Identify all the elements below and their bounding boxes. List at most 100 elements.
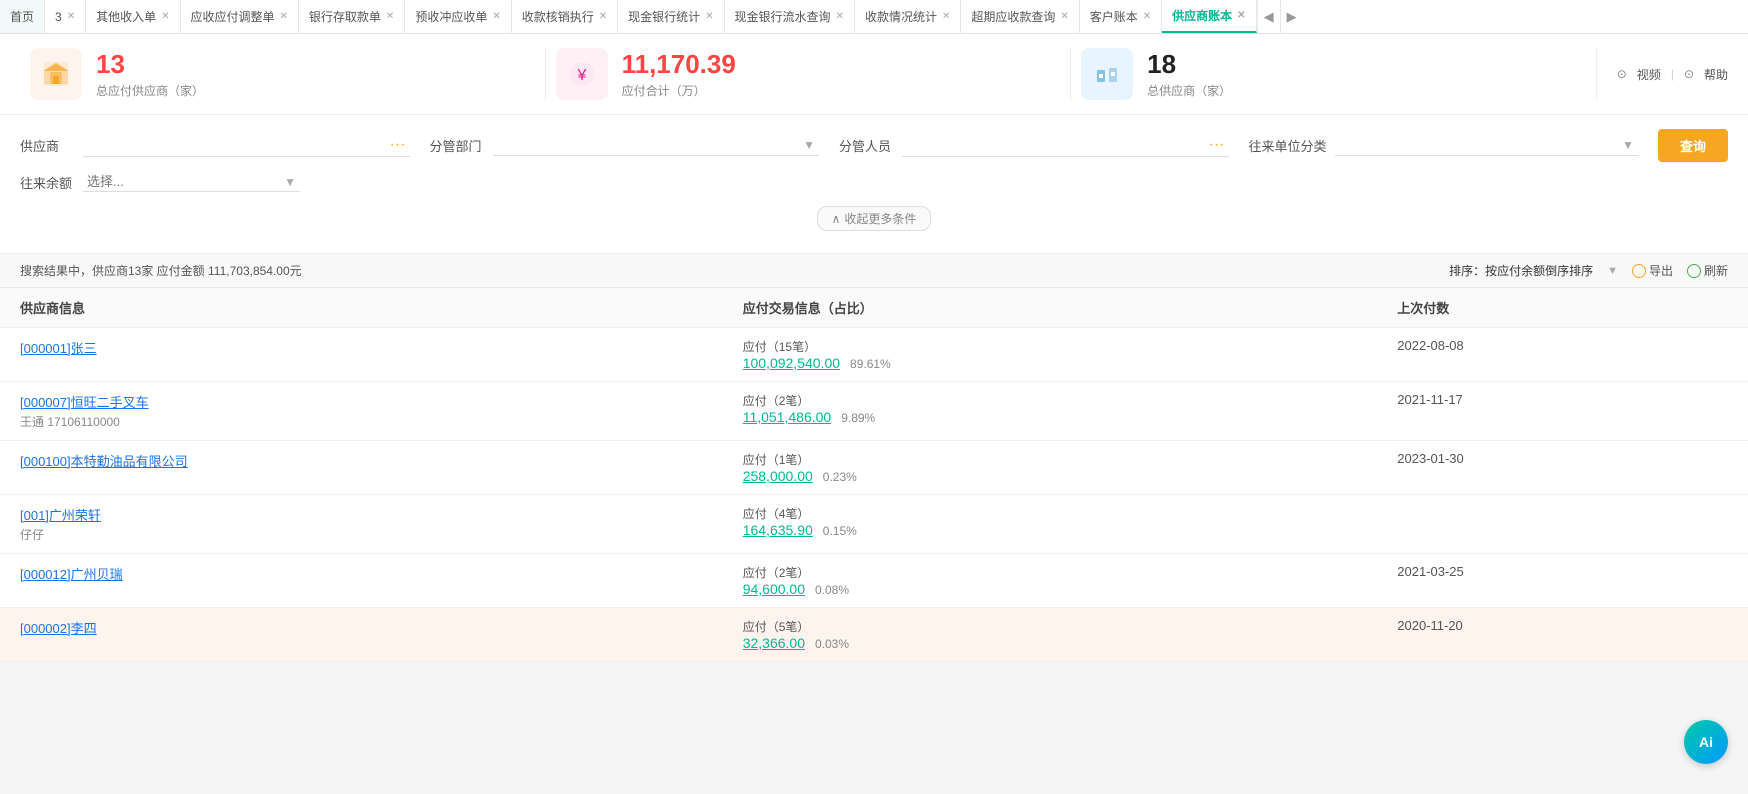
close-overdue-ar-icon[interactable]: ✕ [1060,11,1068,22]
tx-label: 应付 [743,340,767,354]
dept-filter-container: ▼ [493,136,820,156]
amount-link[interactable]: 32,366.00 [743,635,805,651]
ap-amount-label: 应付合计（万） [622,82,736,99]
nav-tab-3[interactable]: 3 ✕ [45,0,86,33]
last-payment-cell: 2020-11-20 [1377,608,1748,662]
sort-label[interactable]: 排序：按应付余额倒序排序 [1449,262,1593,279]
ap-tx-cell: 应付（4笔）164,635.900.15% [723,495,1378,554]
tx-count: （2笔） [767,394,810,408]
collapse-button[interactable]: ∧ 收起更多条件 [817,206,932,231]
supplier-filter-container: ··· [83,134,410,157]
tx-label: 应付 [743,394,767,408]
total-suppliers-text: 18 总供应商（家） [1147,49,1231,99]
total-suppliers-number: 18 [1147,49,1231,80]
supplier-dots-icon[interactable]: ··· [390,136,406,154]
balance-input[interactable] [87,174,284,189]
table-row: [000007]恒旺二手叉车王通 17106110000应付（2笔）11,051… [0,382,1748,441]
tx-count: （15笔） [767,340,816,354]
percentage: 0.15% [823,524,857,538]
supplier-link[interactable]: [000100]本特勤油品有限公司 [20,454,188,469]
amount-link[interactable]: 94,600.00 [743,581,805,597]
dept-input[interactable] [497,138,804,153]
close-ar-ap-icon[interactable]: ✕ [280,11,288,22]
last-payment-cell [1377,495,1748,554]
nav-tab-ar-ap-adjust[interactable]: 应收应付调整单 ✕ [181,0,299,33]
video-link[interactable]: 视频 [1637,66,1661,83]
amount-link[interactable]: 164,635.90 [743,522,813,538]
right-actions: 排序：按应付余额倒序排序 ▼ 导出 刷新 [1449,262,1728,279]
nav-tab-cash-flow[interactable]: 现金银行流水查询 ✕ [725,0,855,33]
unit-type-container: ▼ [1335,136,1638,156]
close-other-income-icon[interactable]: ✕ [161,11,169,22]
close-cash-stat-icon[interactable]: ✕ [705,11,713,22]
nav-tab-prepay-collect[interactable]: 预收冲应收单 ✕ [405,0,511,33]
balance-dropdown-icon[interactable]: ▼ [284,175,296,189]
summary-bar: 13 总应付供应商（家） ¥ 11,170.39 应付合计（万） [0,34,1748,115]
tx-count: （2笔） [767,566,810,580]
nav-tab-bank-deposit[interactable]: 银行存取款单 ✕ [299,0,405,33]
last-payment-cell: 2021-11-17 [1377,382,1748,441]
close-customer-ledger-icon[interactable]: ✕ [1143,11,1151,22]
close-cash-flow-icon[interactable]: ✕ [836,11,844,22]
refresh-label: 刷新 [1704,262,1728,279]
supplier-link[interactable]: [001]广州荣轩 [20,508,101,523]
nav-tab-overdue-ar[interactable]: 超期应收款查询 ✕ [961,0,1079,33]
query-button[interactable]: 查询 [1658,129,1728,162]
export-button[interactable]: 导出 [1632,262,1673,279]
dept-dropdown-icon[interactable]: ▼ [803,138,815,152]
person-dots-icon[interactable]: ··· [1209,136,1225,154]
results-bar: 搜索结果中，供应商13家 应付金额 111,703,854.00元 排序：按应付… [0,254,1748,288]
amount-link[interactable]: 11,051,486.00 [743,409,832,425]
nav-prev-arrow[interactable]: ◀ [1257,0,1280,33]
ai-button[interactable]: Ai [1684,720,1728,764]
nav-tab-cash-stat[interactable]: 现金银行统计 ✕ [618,0,724,33]
nav-tab-receipt-verify[interactable]: 收款核销执行 ✕ [512,0,618,33]
export-icon [1632,264,1646,278]
ap-tx-cell: 应付（5笔）32,366.000.03% [723,608,1378,662]
top-navigation: 首页 3 ✕ 其他收入单 ✕ 应收应付调整单 ✕ 银行存取款单 ✕ 预收冲应收单… [0,0,1748,34]
supplier-link[interactable]: [000012]广州贝瑞 [20,567,123,582]
help-link[interactable]: 帮助 [1704,66,1728,83]
close-prepay-icon[interactable]: ✕ [492,11,500,22]
refresh-button[interactable]: 刷新 [1687,262,1728,279]
supplier-link[interactable]: [000002]李四 [20,621,97,636]
unit-type-input[interactable] [1339,138,1623,153]
unit-type-filter-item: 往来单位分类 ▼ [1249,136,1639,156]
close-receipt-stat-icon[interactable]: ✕ [942,11,950,22]
percentage: 0.03% [815,637,849,651]
supplier-link[interactable]: [000007]恒旺二手叉车 [20,395,149,410]
nav-tab-supplier-ledger-label: 供应商账本 [1172,7,1232,24]
collapse-bar: ∧ 收起更多条件 [20,202,1728,239]
ap-tx-cell: 应付（2笔）94,600.000.08% [723,554,1378,608]
sort-dropdown-icon[interactable]: ▼ [1607,265,1618,277]
col-last-payment: 上次付数 [1377,288,1748,328]
tx-count: （1笔） [767,453,810,467]
nav-tab-customer-ledger[interactable]: 客户账本 ✕ [1080,0,1162,33]
amount-link[interactable]: 100,092,540.00 [743,355,840,371]
amount-link[interactable]: 258,000.00 [743,468,813,484]
total-suppliers-icon [1081,48,1133,100]
close-supplier-ledger-icon[interactable]: ✕ [1237,10,1245,21]
ap-suppliers-label: 总应付供应商（家） [96,82,204,99]
close-receipt-verify-icon[interactable]: ✕ [599,11,607,22]
ap-amount-number: 11,170.39 [622,49,736,80]
tx-label: 应付 [743,507,767,521]
nav-tab-home[interactable]: 首页 [0,0,45,33]
unit-type-dropdown-icon[interactable]: ▼ [1622,138,1634,152]
total-suppliers-label: 总供应商（家） [1147,82,1231,99]
supplier-input[interactable] [87,138,390,153]
percentage: 0.23% [823,470,857,484]
filter-row-1: 供应商 ··· 分管部门 ▼ 分管人员 ··· 往来单位分类 ▼ [20,129,1728,162]
nav-tab-other-income[interactable]: 其他收入单 ✕ [86,0,180,33]
nav-tab-receipt-stat[interactable]: 收款情况统计 ✕ [855,0,961,33]
balance-filter-item: 往来余额 ▼ [20,172,300,192]
nav-tab-receipt-stat-label: 收款情况统计 [865,8,937,25]
person-input[interactable] [906,138,1209,153]
close-bank-deposit-icon[interactable]: ✕ [386,11,394,22]
supplier-link[interactable]: [000001]张三 [20,341,97,356]
close-tab-3-icon[interactable]: ✕ [67,11,75,22]
nav-next-arrow[interactable]: ▶ [1280,0,1303,33]
tx-label: 应付 [743,620,767,634]
summary-card-total-suppliers: 18 总供应商（家） [1071,48,1597,100]
nav-tab-supplier-ledger[interactable]: 供应商账本 ✕ [1162,0,1256,33]
